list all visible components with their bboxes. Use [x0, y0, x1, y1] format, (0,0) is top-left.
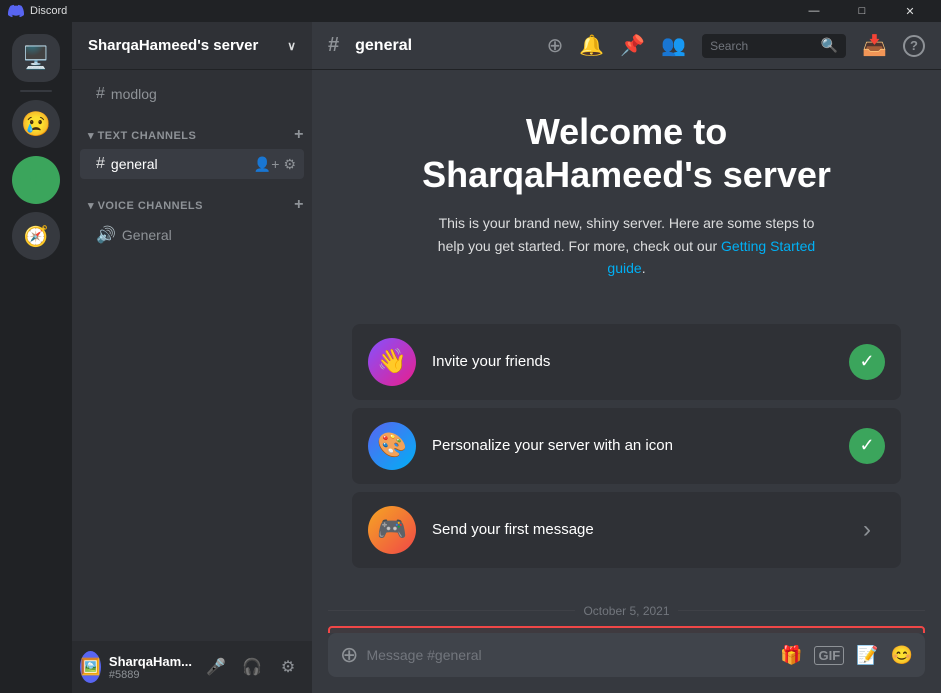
user-area: 🖼️ SharqaHam... #5889 🎤 🎧 ⚙ — [72, 641, 312, 693]
add-channel-icon[interactable]: + — [294, 126, 304, 144]
personalize-emoji: 🎨 — [377, 431, 407, 460]
gift-icon[interactable]: 🎁 — [780, 645, 802, 666]
help-icon[interactable]: ? — [903, 35, 925, 57]
pinned-icon[interactable]: 📌 — [620, 33, 645, 58]
category-text-channels[interactable]: ▾ TEXT CHANNELS + — [72, 110, 312, 148]
invite-check-icon: ✓ — [849, 344, 885, 380]
user-avatar[interactable]: 🖼️ — [80, 651, 101, 683]
add-member-icon[interactable]: 👤+ — [254, 156, 280, 173]
titlebar-title: Discord — [30, 5, 67, 17]
maximize-button[interactable]: □ — [839, 0, 885, 22]
headset-button[interactable]: 🎧 — [236, 651, 268, 683]
channel-item-voice-general[interactable]: 🔊 General — [80, 219, 304, 251]
category-voice-label: ▾ VOICE CHANNELS — [88, 199, 203, 212]
user-discriminator: #5889 — [109, 669, 192, 681]
user-name: SharqaHam... — [109, 654, 192, 669]
app-body: 🖥️ 😢 + 🧭 SharqaHameed's server ∨ # modlo… — [0, 22, 941, 693]
hash-icon-general: # — [96, 155, 105, 173]
server-header[interactable]: SharqaHameed's server ∨ — [72, 22, 312, 70]
message-card-icon: 🎮 — [368, 506, 416, 554]
personalize-card-text: Personalize your server with an icon — [432, 437, 833, 454]
speaker-icon: 🔊 — [96, 225, 116, 245]
message-text-input[interactable] — [366, 635, 772, 675]
personalize-card-icon: 🎨 — [368, 422, 416, 470]
channel-item-general[interactable]: # general 👤+ ⚙ — [80, 149, 304, 179]
channel-name-general: general — [111, 156, 158, 172]
close-button[interactable]: ✕ — [887, 0, 933, 22]
titlebar-controls: — □ ✕ — [791, 0, 933, 22]
channel-actions: 👤+ ⚙ — [254, 156, 296, 173]
server-icon-sharqa[interactable]: 🖥️ — [12, 34, 60, 82]
welcome-section: Welcome toSharqaHameed's server This is … — [312, 70, 941, 324]
gif-icon[interactable]: GIF — [814, 646, 844, 665]
message-card-text: Send your first message — [432, 521, 833, 538]
channel-hash-icon: # — [328, 34, 339, 57]
server-divider — [20, 90, 52, 92]
invite-emoji: 👋 — [377, 347, 407, 376]
server-emoji-2: 😢 — [21, 110, 51, 139]
search-box[interactable]: 🔍 — [702, 34, 846, 58]
main-content: # general ⊕ 🔔 📌 👥 🔍 📥 ? Welcome toShar — [312, 22, 941, 693]
explore-servers-button[interactable]: 🧭 — [12, 212, 60, 260]
category-voice-channels[interactable]: ▾ VOICE CHANNELS + — [72, 180, 312, 218]
search-input[interactable] — [710, 39, 817, 53]
category-label: ▾ TEXT CHANNELS — [88, 129, 196, 142]
emoji-icon[interactable]: 😊 — [891, 645, 913, 666]
channel-header-name: general — [355, 37, 412, 55]
message-input-box: ⊕ 🎁 GIF 📝 😊 — [328, 633, 925, 677]
message-emoji: 🎮 — [377, 515, 407, 544]
message-input-area: ⊕ 🎁 GIF 📝 😊 — [312, 633, 941, 693]
channel-item-modlog[interactable]: # modlog — [80, 79, 304, 109]
compass-icon: 🧭 — [24, 224, 49, 249]
titlebar: Discord — □ ✕ — [0, 0, 941, 22]
add-attachment-button[interactable]: ⊕ — [340, 642, 358, 668]
invite-card-icon: 👋 — [368, 338, 416, 386]
server-avatar-emoji: 🖥️ — [22, 45, 49, 71]
server-icon-2[interactable]: 😢 — [12, 100, 60, 148]
titlebar-left: Discord — [8, 3, 67, 19]
invite-card-text: Invite your friends — [432, 353, 833, 370]
welcome-title: Welcome toSharqaHameed's server — [372, 110, 881, 196]
sticker-icon[interactable]: 📝 — [856, 645, 878, 666]
inbox-icon[interactable]: 📥 — [862, 33, 887, 58]
discord-logo-icon — [8, 3, 24, 19]
channel-sidebar: SharqaHameed's server ∨ # modlog ▾ TEXT … — [72, 22, 312, 693]
welcome-subtitle: This is your brand new, shiny server. He… — [437, 212, 817, 279]
server-sidebar: 🖥️ 😢 + 🧭 — [0, 22, 72, 693]
notifications-icon[interactable]: 🔔 — [579, 33, 604, 58]
hash-icon: # — [96, 85, 105, 103]
channel-list: # modlog ▾ TEXT CHANNELS + # general 👤+ … — [72, 70, 312, 641]
user-info: SharqaHam... #5889 — [109, 654, 192, 681]
add-server-button[interactable]: + — [12, 156, 60, 204]
add-voice-channel-icon[interactable]: + — [294, 196, 304, 214]
onboarding-card-personalize[interactable]: 🎨 Personalize your server with an icon ✓ — [352, 408, 901, 484]
microphone-button[interactable]: 🎤 — [200, 651, 232, 683]
header-actions: ⊕ 🔔 📌 👥 🔍 📥 ? — [547, 33, 925, 58]
threads-icon[interactable]: ⊕ — [547, 33, 564, 58]
chevron-down-icon: ∨ — [287, 39, 296, 53]
members-icon[interactable]: 👥 — [661, 33, 686, 58]
avatar-emoji: 🖼️ — [80, 657, 100, 677]
settings-button[interactable]: ⚙ — [272, 651, 304, 683]
search-icon: 🔍 — [821, 37, 838, 54]
server-name: SharqaHameed's server — [88, 37, 258, 54]
add-icon: + — [29, 166, 43, 194]
date-divider: October 5, 2021 — [312, 588, 941, 626]
minimize-button[interactable]: — — [791, 0, 837, 22]
onboarding-card-message[interactable]: 🎮 Send your first message › — [352, 492, 901, 568]
user-controls: 🎤 🎧 ⚙ — [200, 651, 304, 683]
messages-area: Welcome toSharqaHameed's server This is … — [312, 70, 941, 633]
channel-header: # general ⊕ 🔔 📌 👥 🔍 📥 ? — [312, 22, 941, 70]
onboarding-card-invite[interactable]: 👋 Invite your friends ✓ — [352, 324, 901, 400]
settings-icon[interactable]: ⚙ — [283, 156, 296, 173]
welcome-message-highlight: → Welcome, Panda667. We hope you brought… — [328, 626, 925, 633]
input-actions: 🎁 GIF 📝 😊 — [780, 645, 913, 666]
channel-name-modlog: modlog — [111, 86, 157, 102]
onboarding-cards: 👋 Invite your friends ✓ 🎨 Personalize yo… — [312, 324, 941, 588]
voice-channel-name: General — [122, 227, 172, 243]
personalize-check-icon: ✓ — [849, 428, 885, 464]
message-arrow-icon: › — [849, 512, 885, 548]
